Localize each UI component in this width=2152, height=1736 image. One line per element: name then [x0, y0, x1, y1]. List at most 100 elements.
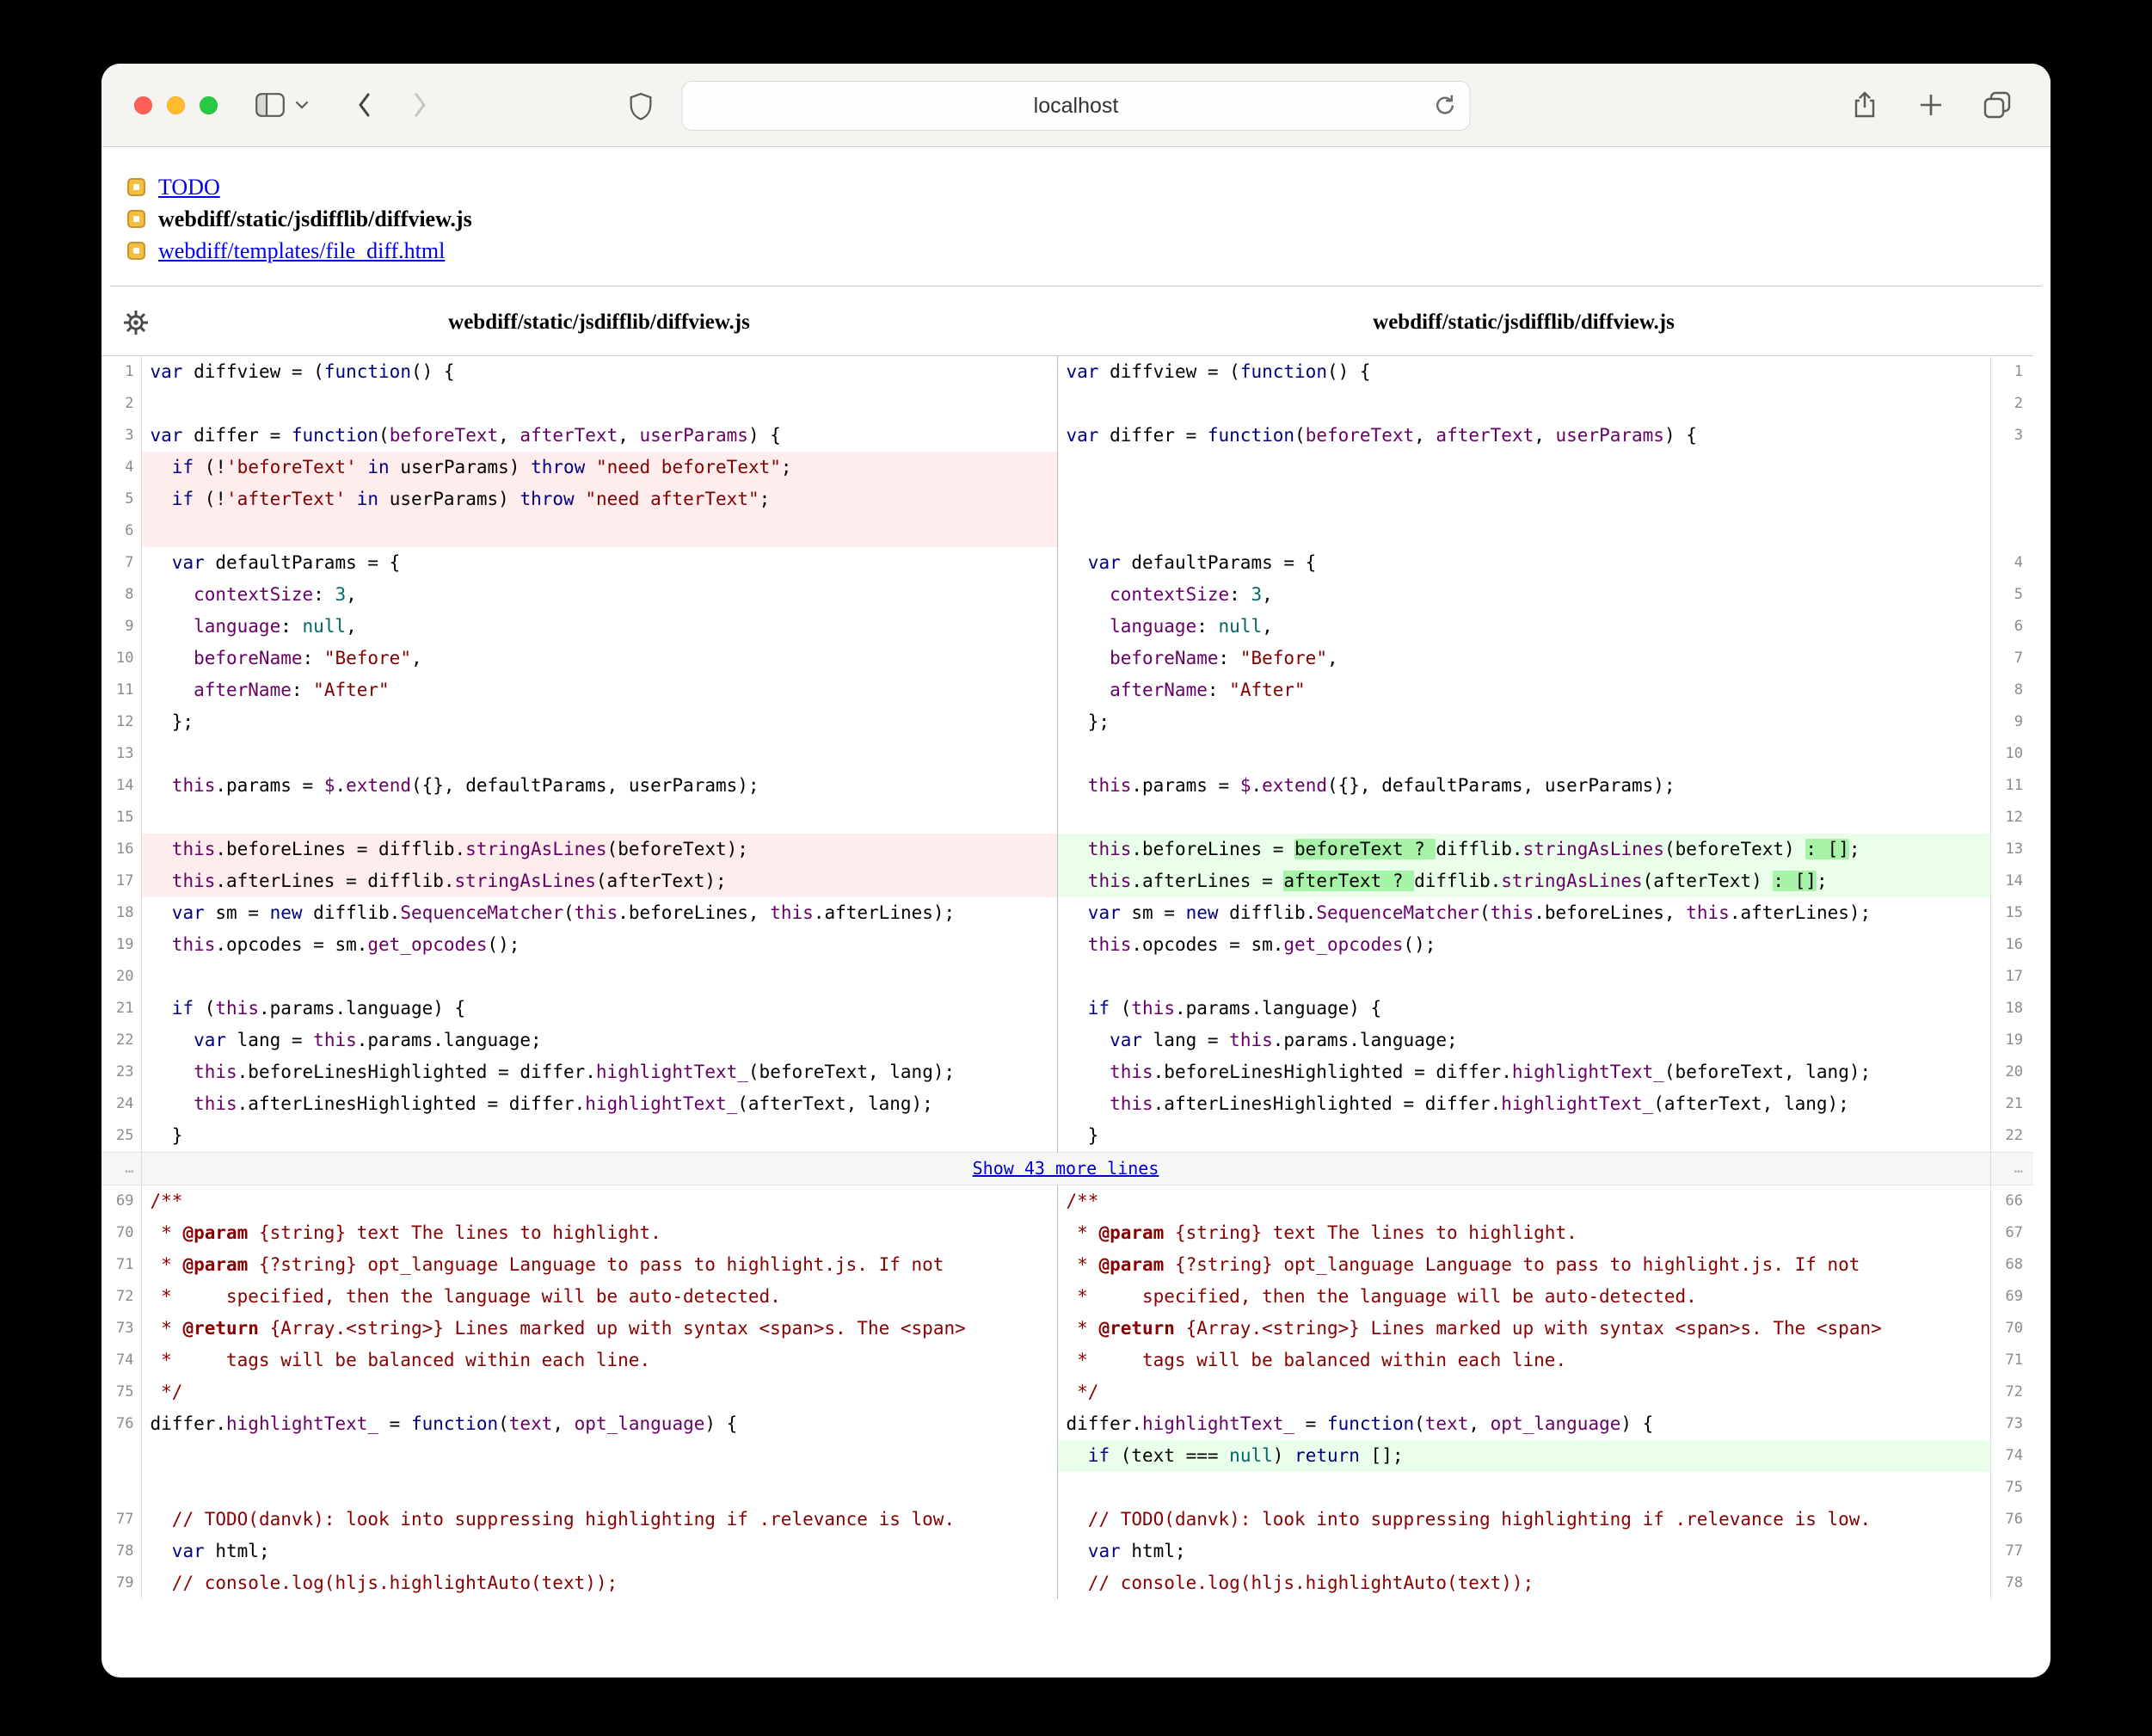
code-token: (afterText): [1643, 871, 1774, 891]
code-line: * specified, then the language will be a…: [1057, 1281, 1990, 1313]
code-line: [1057, 961, 1990, 993]
code-token: .afterLines =: [1131, 871, 1283, 891]
show-more-lines-link[interactable]: Show 43 more lines: [973, 1158, 1159, 1179]
code-token: "After": [1229, 680, 1306, 700]
diff-row: 18 var sm = new difflib.SequenceMatcher(…: [101, 897, 2033, 929]
code-token: if: [172, 998, 194, 1019]
code-token: ,: [346, 584, 357, 605]
chevron-down-icon[interactable]: [295, 101, 309, 109]
tab-overview-icon[interactable]: [1982, 89, 2013, 120]
sidebar-toggle-icon[interactable]: [255, 93, 285, 117]
code-token: [151, 775, 172, 796]
code-token: };: [151, 711, 194, 732]
minimize-button[interactable]: [167, 96, 185, 114]
reload-icon[interactable]: [1433, 93, 1458, 118]
line-number: 13: [101, 738, 141, 770]
code-token: sm =: [205, 902, 270, 923]
left-pane-title: webdiff/static/jsdifflib/diffview.js: [141, 311, 1057, 335]
code-token: afterText ?: [1283, 871, 1414, 891]
code-token: difflib.: [1414, 871, 1501, 891]
line-number: [101, 1472, 141, 1504]
code-line: */: [141, 1376, 1057, 1408]
code-token: SequenceMatcher: [400, 902, 563, 923]
code-token: highlightText_: [1142, 1413, 1294, 1434]
code-token: {string} text The lines to highlight.: [1164, 1222, 1577, 1243]
line-number: 18: [1990, 993, 2033, 1025]
code-token: [575, 489, 586, 509]
file-link[interactable]: TODO: [158, 175, 220, 200]
skip-row-cell: Show 43 more lines: [141, 1153, 1990, 1185]
code-token: .beforeLines = difflib.: [215, 839, 465, 859]
code-line: * tags will be balanced within each line…: [141, 1345, 1057, 1376]
code-line: differ.highlightText_ = function(text, o…: [141, 1408, 1057, 1440]
diff-header: webdiff/static/jsdifflib/diffview.js web…: [101, 304, 2051, 352]
code-token: "need beforeText": [596, 457, 781, 477]
line-number: 75: [1990, 1472, 2033, 1504]
code-token: this: [172, 839, 216, 859]
code-token: [1067, 775, 1088, 796]
code-token: opt_language: [575, 1413, 705, 1434]
code-token: (text ===: [1110, 1445, 1229, 1466]
privacy-shield-icon[interactable]: [630, 92, 653, 120]
file-link[interactable]: webdiff/templates/file_diff.html: [158, 238, 445, 264]
code-token: beforeText: [1306, 425, 1414, 446]
code-token: (: [498, 1413, 509, 1434]
code-token: differ =: [182, 425, 291, 446]
code-token: ) {: [748, 425, 781, 446]
line-number: 2: [1990, 388, 2033, 420]
browser-titlebar: localhost: [101, 64, 2051, 147]
code-token: highlightText_: [226, 1413, 378, 1434]
code-line: [141, 1440, 1057, 1472]
code-token: [151, 584, 194, 605]
line-number: 71: [1990, 1345, 2033, 1376]
code-token: {?string} opt_language Language to pass …: [1164, 1254, 1860, 1275]
code-token: };: [1067, 711, 1110, 732]
code-token: var: [172, 1541, 205, 1561]
back-button[interactable]: [355, 91, 372, 119]
code-token: * specified, then the language will be a…: [151, 1286, 781, 1307]
code-line: * tags will be balanced within each line…: [1057, 1345, 1990, 1376]
diff-row: 23 this.beforeLinesHighlighted = differ.…: [101, 1056, 2033, 1088]
code-token: null: [303, 616, 347, 637]
file-list-item: webdiff/static/jsdifflib/diffview.js: [127, 203, 2051, 235]
line-number: 17: [101, 865, 141, 897]
line-number: 23: [101, 1056, 141, 1088]
code-line: this.beforeLines = difflib.stringAsLines…: [141, 834, 1057, 865]
code-token: [1067, 871, 1088, 891]
zoom-button[interactable]: [200, 96, 218, 114]
diff-row: 16 this.beforeLines = difflib.stringAsLi…: [101, 834, 2033, 865]
code-token: opt_language: [1491, 1413, 1621, 1434]
window-controls: [134, 96, 218, 114]
code-line: [1057, 483, 1990, 515]
line-number: 17: [1990, 961, 2033, 993]
code-token: .params.language) {: [259, 998, 465, 1019]
code-token: .beforeLinesHighlighted = differ.: [1153, 1062, 1512, 1082]
code-token: return: [1294, 1445, 1360, 1466]
code-token: this: [770, 902, 814, 923]
new-tab-icon[interactable]: [1916, 90, 1946, 120]
line-number: 21: [1990, 1088, 2033, 1120]
address-bar[interactable]: localhost: [682, 81, 1471, 131]
code-token: [151, 998, 172, 1019]
code-token: [1067, 648, 1110, 668]
code-token: @param: [1098, 1254, 1164, 1275]
code-line: [1057, 388, 1990, 420]
close-button[interactable]: [134, 96, 152, 114]
code-token: [1067, 839, 1088, 859]
code-line: }: [141, 1120, 1057, 1153]
forward-button[interactable]: [412, 91, 429, 119]
code-token: throw: [520, 489, 574, 509]
code-line: * @param {string} text The lines to high…: [141, 1217, 1057, 1249]
code-token: ,: [1262, 616, 1273, 637]
diff-row: 5 if (!'afterText' in userParams) throw …: [101, 483, 2033, 515]
file-list-item: TODO: [127, 171, 2051, 203]
share-icon[interactable]: [1849, 89, 1880, 120]
diff-row: 69/**/**66: [101, 1185, 2033, 1218]
line-number: 16: [1990, 929, 2033, 961]
code-token: [151, 616, 194, 637]
code-token: [1067, 1541, 1088, 1561]
code-token: null: [1229, 1445, 1273, 1466]
code-token: *: [151, 1318, 183, 1339]
diff-row: 6: [101, 515, 2033, 547]
line-number: 10: [101, 643, 141, 674]
